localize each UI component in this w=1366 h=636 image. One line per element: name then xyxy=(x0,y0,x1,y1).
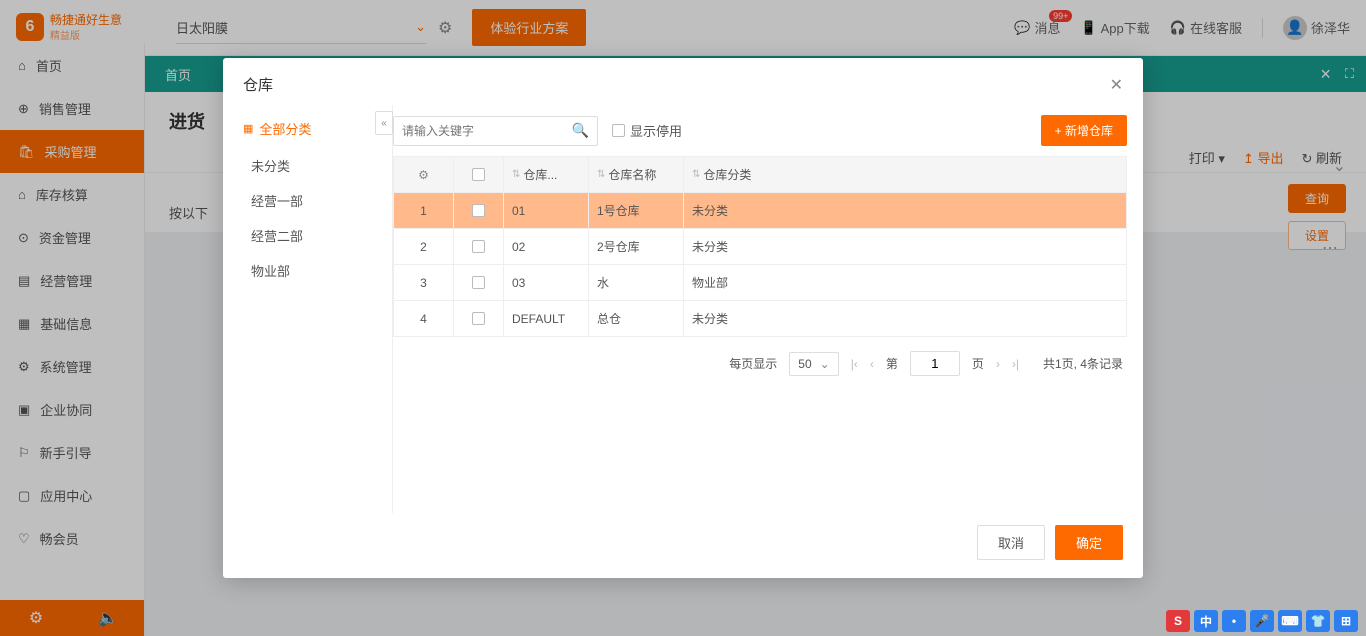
cancel-button[interactable]: 取消 xyxy=(977,525,1045,560)
col-category[interactable]: ⇅仓库分类 xyxy=(684,157,1126,192)
table-row[interactable]: 3 03 水 物业部 xyxy=(394,264,1126,300)
col-gear[interactable]: ⚙ xyxy=(394,157,454,192)
cell-checkbox[interactable] xyxy=(454,301,504,336)
page-suffix: 页 xyxy=(972,355,984,372)
page-input[interactable] xyxy=(910,351,960,376)
gear-icon: ⚙ xyxy=(418,168,429,182)
sidebar-collapse-handle[interactable]: « xyxy=(375,111,393,135)
ime-lang[interactable]: 中 xyxy=(1194,610,1218,632)
grid-icon: ▦ xyxy=(243,122,253,135)
page-last-icon[interactable]: ›| xyxy=(1012,357,1019,371)
cell-category: 未分类 xyxy=(684,193,1126,228)
cell-code: 01 xyxy=(504,193,589,228)
category-item-2[interactable]: 经营二部 xyxy=(223,218,392,253)
warehouse-modal: 仓库 ✕ « ▦ 全部分类 未分类经营一部经营二部物业部 🔍 xyxy=(223,58,1143,578)
ime-tools-icon[interactable]: ⊞ xyxy=(1334,610,1358,632)
modal-overlay: 仓库 ✕ « ▦ 全部分类 未分类经营一部经营二部物业部 🔍 xyxy=(0,0,1366,636)
cell-name: 2号仓库 xyxy=(589,229,684,264)
ime-skin-icon[interactable]: 👕 xyxy=(1306,610,1330,632)
checkbox-icon xyxy=(472,276,485,289)
cell-category: 未分类 xyxy=(684,229,1126,264)
checkbox-icon xyxy=(472,168,485,181)
cell-name: 总仓 xyxy=(589,301,684,336)
per-page-label: 每页显示 xyxy=(729,355,777,372)
checkbox-icon xyxy=(472,312,485,325)
ime-toolbar: S 中 • 🎤 ⌨ 👕 ⊞ xyxy=(1166,610,1358,632)
cell-checkbox[interactable] xyxy=(454,265,504,300)
chevron-down-icon: ⌄ xyxy=(820,357,830,371)
checkbox-icon xyxy=(472,204,485,217)
ime-mic-icon[interactable]: 🎤 xyxy=(1250,610,1274,632)
cell-checkbox[interactable] xyxy=(454,193,504,228)
page-next-icon[interactable]: › xyxy=(996,357,1000,371)
cell-name: 水 xyxy=(589,265,684,300)
category-all[interactable]: ▦ 全部分类 xyxy=(223,109,392,148)
table-row[interactable]: 4 DEFAULT 总仓 未分类 xyxy=(394,300,1126,336)
table-row[interactable]: 1 01 1号仓库 未分类 xyxy=(394,192,1126,228)
modal-close-icon[interactable]: ✕ xyxy=(1110,75,1123,95)
modal-title: 仓库 xyxy=(243,74,273,95)
page-first-icon[interactable]: |‹ xyxy=(851,357,858,371)
search-input-wrapper[interactable]: 🔍 xyxy=(393,116,598,146)
cell-category: 物业部 xyxy=(684,265,1126,300)
search-icon[interactable]: 🔍 xyxy=(572,122,589,139)
checkbox-icon xyxy=(612,124,625,137)
sort-icon: ⇅ xyxy=(512,169,520,180)
page-summary: 共1页, 4条记录 xyxy=(1043,355,1123,372)
cell-name: 1号仓库 xyxy=(589,193,684,228)
page-prev-icon[interactable]: ‹ xyxy=(870,357,874,371)
ime-punct[interactable]: • xyxy=(1222,610,1246,632)
cell-index: 1 xyxy=(394,193,454,228)
search-input[interactable] xyxy=(402,124,572,138)
category-item-0[interactable]: 未分类 xyxy=(223,148,392,183)
col-code[interactable]: ⇅仓库... xyxy=(504,157,589,192)
category-item-1[interactable]: 经营一部 xyxy=(223,183,392,218)
col-name[interactable]: ⇅仓库名称 xyxy=(589,157,684,192)
checkbox-icon xyxy=(472,240,485,253)
ime-keyboard-icon[interactable]: ⌨ xyxy=(1278,610,1302,632)
page-prefix: 第 xyxy=(886,355,898,372)
cell-checkbox[interactable] xyxy=(454,229,504,264)
cell-index: 2 xyxy=(394,229,454,264)
ime-logo[interactable]: S xyxy=(1166,610,1190,632)
cell-index: 3 xyxy=(394,265,454,300)
cell-code: 02 xyxy=(504,229,589,264)
col-select-all[interactable] xyxy=(454,157,504,192)
sort-icon: ⇅ xyxy=(597,169,605,180)
cell-code: 03 xyxy=(504,265,589,300)
confirm-button[interactable]: 确定 xyxy=(1055,525,1123,560)
category-item-3[interactable]: 物业部 xyxy=(223,253,392,288)
sort-icon: ⇅ xyxy=(692,169,700,180)
warehouse-table: ⚙ ⇅仓库... ⇅仓库名称 ⇅仓库分类 1 01 1号仓库 未分类 2 02 … xyxy=(393,156,1127,337)
cell-code: DEFAULT xyxy=(504,301,589,336)
table-row[interactable]: 2 02 2号仓库 未分类 xyxy=(394,228,1126,264)
show-disabled-checkbox[interactable]: 显示停用 xyxy=(612,121,682,140)
cell-category: 未分类 xyxy=(684,301,1126,336)
per-page-select[interactable]: 50 ⌄ xyxy=(789,352,838,376)
add-warehouse-button[interactable]: + 新增仓库 xyxy=(1041,115,1127,146)
cell-index: 4 xyxy=(394,301,454,336)
